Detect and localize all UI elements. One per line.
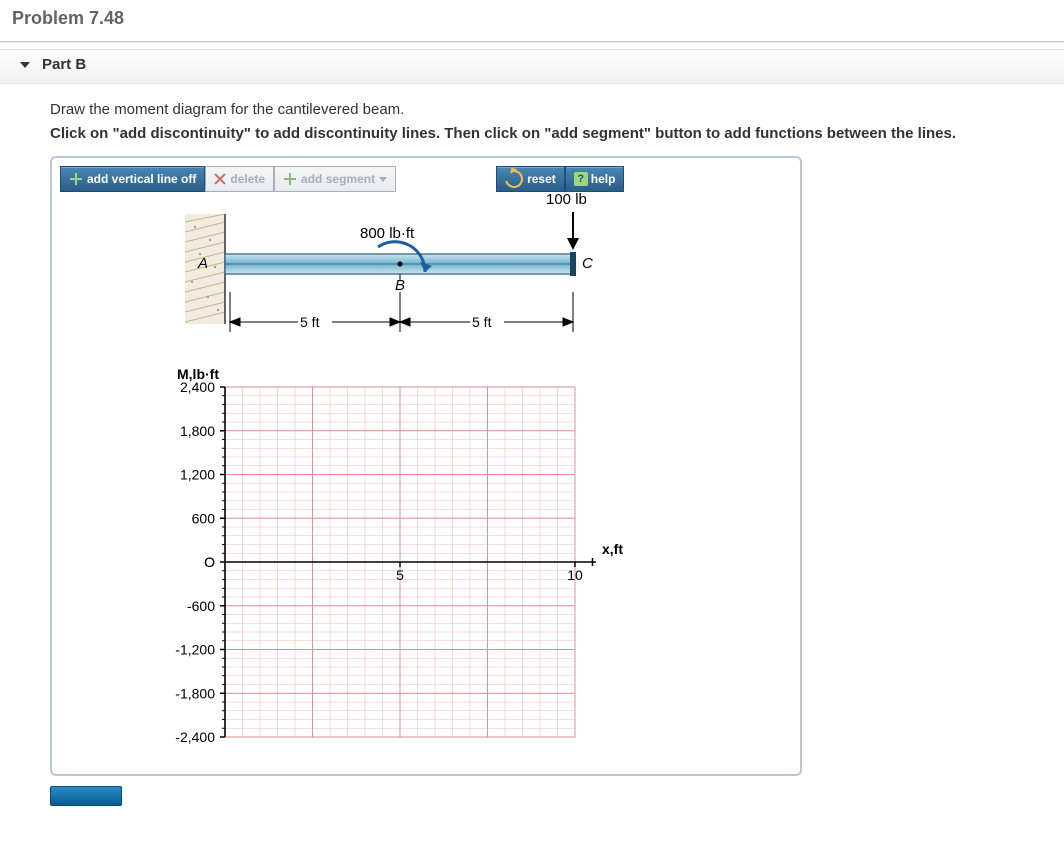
span2-label: 5 ft	[472, 314, 492, 330]
canvas-area[interactable]: A B C 800 lb·ft 100 lb	[60, 192, 792, 766]
x-icon	[214, 173, 226, 185]
plus-icon	[69, 172, 83, 186]
delete-label: delete	[230, 172, 265, 186]
moment-label: 800 lb·ft	[360, 225, 415, 242]
drawing-panel: add vertical line off delete add segment…	[50, 156, 802, 776]
moment-chart[interactable]: -2,400-1,800-1,200-600O6001,2001,8002,40…	[175, 366, 623, 745]
svg-text:-600: -600	[187, 598, 215, 614]
svg-text:5: 5	[396, 567, 404, 583]
reset-button[interactable]: reset	[496, 166, 565, 192]
add-vertical-line-button[interactable]: add vertical line off	[60, 166, 205, 192]
svg-text:1,800: 1,800	[180, 423, 215, 439]
svg-text:600: 600	[192, 510, 216, 526]
part-label: Part B	[42, 56, 86, 73]
label-c: C	[582, 255, 593, 272]
instruction-line-2: Click on "add discontinuity" to add disc…	[50, 122, 1014, 146]
add-vline-label: add vertical line off	[87, 172, 196, 186]
span1-label: 5 ft	[300, 314, 320, 330]
add-segment-button[interactable]: add segment	[274, 166, 396, 192]
collapse-caret-icon[interactable]	[20, 62, 30, 68]
svg-text:1,200: 1,200	[180, 467, 215, 483]
beam-diagram: A B C 800 lb·ft 100 lb	[185, 192, 593, 332]
help-icon: ?	[574, 172, 588, 186]
label-a: A	[197, 255, 208, 272]
reset-icon	[502, 167, 527, 192]
svg-text:-2,400: -2,400	[175, 729, 215, 745]
drawing-svg[interactable]: A B C 800 lb·ft 100 lb	[60, 192, 792, 762]
svg-text:x,ft: x,ft	[602, 541, 623, 557]
submit-button[interactable]	[50, 786, 122, 806]
svg-text:M,lb·ft: M,lb·ft	[177, 366, 219, 382]
delete-button[interactable]: delete	[205, 166, 274, 192]
instructions: Draw the moment diagram for the cantilev…	[0, 84, 1064, 150]
load-label: 100 lb	[546, 192, 587, 208]
toolbar: add vertical line off delete add segment…	[60, 166, 792, 192]
svg-text:-1,800: -1,800	[175, 685, 215, 701]
help-label: help	[591, 172, 616, 186]
help-button[interactable]: ? help	[565, 166, 625, 192]
svg-text:-1,200: -1,200	[175, 642, 215, 658]
chevron-down-icon	[379, 177, 387, 182]
svg-text:10: 10	[567, 567, 583, 583]
divider	[0, 41, 1064, 43]
plus-icon	[283, 172, 297, 186]
instruction-line-1: Draw the moment diagram for the cantilev…	[50, 98, 1014, 122]
reset-label: reset	[527, 172, 556, 186]
part-header[interactable]: Part B	[0, 49, 1064, 84]
svg-text:O: O	[204, 554, 215, 570]
add-segment-label: add segment	[301, 172, 375, 186]
problem-title: Problem 7.48	[0, 0, 1064, 41]
